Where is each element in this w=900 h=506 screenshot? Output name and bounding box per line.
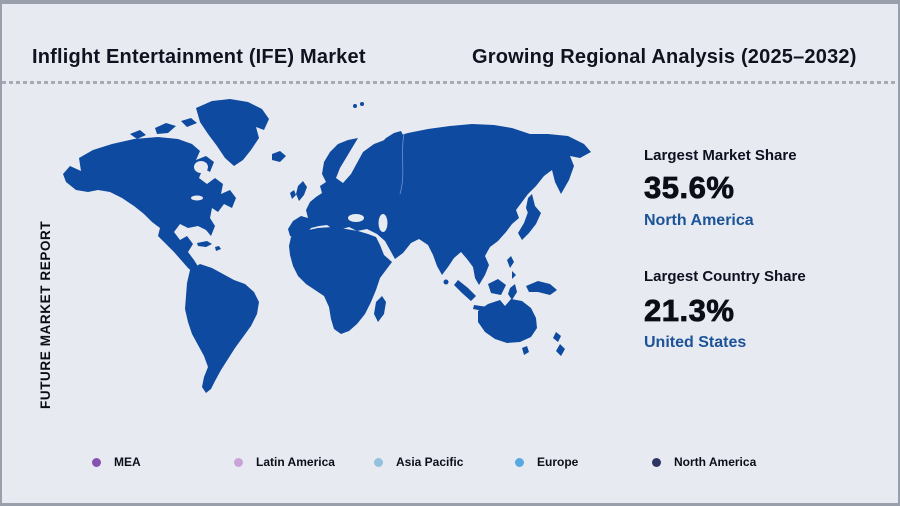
world-map xyxy=(63,99,591,393)
legend-dot-europe xyxy=(515,457,524,467)
caspian-sea xyxy=(378,214,388,232)
sumatra-island xyxy=(454,280,476,301)
hudson-bay xyxy=(194,161,208,173)
philippines-islands xyxy=(507,256,516,279)
legend-item-asia-pacific: Asia Pacific xyxy=(374,453,463,471)
caribbean-islands xyxy=(197,241,221,251)
legend-dot-latin-america xyxy=(234,457,243,467)
largest-country-share-label: Largest Country Share xyxy=(644,268,806,285)
svalbard-island xyxy=(353,104,357,108)
legend-label: Asia Pacific xyxy=(396,455,464,469)
uk-ireland-islands xyxy=(290,181,307,201)
svalbard-island xyxy=(360,102,364,106)
sulawesi-island xyxy=(508,284,517,300)
infographic-frame: Inflight Entertainment (IFE) Market Grow… xyxy=(0,0,900,506)
legend-label: Europe xyxy=(537,455,579,469)
dotted-divider xyxy=(2,81,898,84)
legend-label: Latin America xyxy=(256,455,335,469)
sri-lanka-island xyxy=(443,279,449,285)
page-subtitle: Growing Regional Analysis (2025–2032) xyxy=(472,46,857,68)
iceland-landmass xyxy=(272,151,286,162)
legend-dot-mea xyxy=(92,457,101,467)
brand-vertical-text: FUTURE MARKET REPORT xyxy=(38,220,53,409)
legend-item-europe: Europe xyxy=(515,453,578,471)
page-title: Inflight Entertainment (IFE) Market xyxy=(32,46,366,68)
legend-label: North America xyxy=(674,455,757,469)
legend-item-latin-america: Latin America xyxy=(234,453,335,471)
japan-islands xyxy=(518,206,541,240)
new-zealand-islands xyxy=(553,332,565,356)
largest-market-share-label: Largest Market Share xyxy=(644,147,797,164)
north-america-landmass xyxy=(63,137,236,274)
largest-country-share-value: 21.3% xyxy=(644,293,735,329)
largest-country-share-country: United States xyxy=(644,334,747,351)
largest-market-share-value: 35.6% xyxy=(644,170,735,206)
tasmania-island xyxy=(522,346,529,355)
legend-dot-asia-pacific xyxy=(374,457,383,467)
south-america-landmass xyxy=(185,264,259,393)
legend-item-mea: MEA xyxy=(92,453,141,471)
legend-label: MEA xyxy=(114,455,141,469)
legend-dot-north-america xyxy=(652,457,661,467)
legend-item-north-america: North America xyxy=(652,453,756,471)
great-lakes xyxy=(191,195,203,201)
new-guinea-island xyxy=(526,281,557,295)
greenland-landmass xyxy=(196,99,269,166)
australia-landmass xyxy=(478,299,537,343)
madagascar-landmass xyxy=(374,296,386,322)
black-sea xyxy=(348,214,364,222)
borneo-island xyxy=(488,279,506,295)
largest-market-share-region: North America xyxy=(644,212,754,229)
arctic-islands xyxy=(130,118,197,139)
